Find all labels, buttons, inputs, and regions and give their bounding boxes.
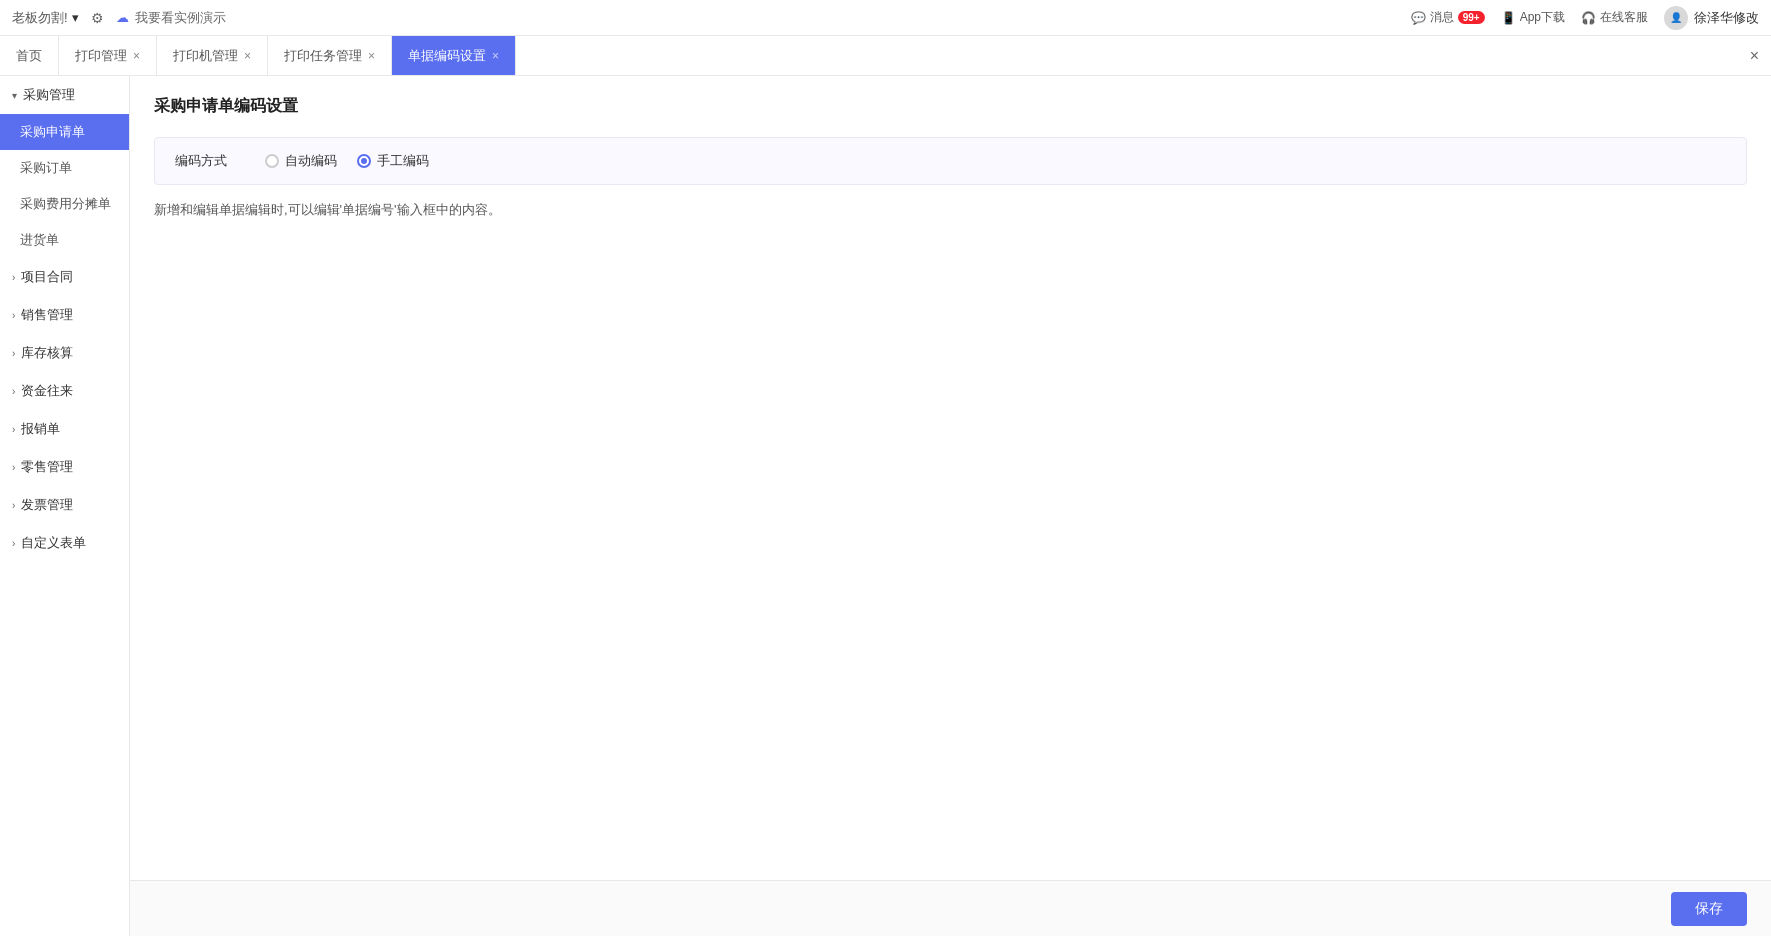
chevron-down-icon: ▾ xyxy=(12,90,17,101)
sidebar-group-invoice-mgmt-label: 发票管理 xyxy=(21,496,73,514)
sidebar-item-purchase-order-label: 采购订单 xyxy=(20,160,72,175)
user-name: 徐泽华修改 xyxy=(1694,9,1759,27)
sidebar-group-purchase-mgmt: ▾ 采购管理 采购申请单 采购订单 采购费用分摊单 进货单 xyxy=(0,76,129,258)
content-footer: 保存 xyxy=(130,880,1771,936)
sidebar-group-custom-forms-label: 自定义表单 xyxy=(21,534,86,552)
encoding-label: 编码方式 xyxy=(175,152,235,170)
user-info[interactable]: 👤 徐泽华修改 xyxy=(1664,6,1759,30)
radio-manual-encoding-label: 手工编码 xyxy=(377,152,429,170)
content-body: 采购申请单编码设置 编码方式 自动编码 手工编码 新增和编辑单据编辑时,可以编辑… xyxy=(130,76,1771,880)
sidebar-group-retail-mgmt-label: 零售管理 xyxy=(21,458,73,476)
sidebar-group-returns[interactable]: › 报销单 xyxy=(0,410,129,448)
demo-text: 我要看实例演示 xyxy=(135,9,226,27)
tab-print-task-mgmt-label: 打印任务管理 xyxy=(284,47,362,65)
save-button[interactable]: 保存 xyxy=(1671,892,1747,926)
top-bar-right: 💬 消息 99+ 📱 App下载 🎧 在线客服 👤 徐泽华修改 xyxy=(1411,6,1759,30)
online-service-button[interactable]: 🎧 在线客服 xyxy=(1581,9,1648,26)
radio-auto-encoding-circle xyxy=(265,154,279,168)
chevron-right-icon: › xyxy=(12,386,15,397)
sidebar-group-inventory-calc-label: 库存核算 xyxy=(21,344,73,362)
tab-single-doc-code-label: 单据编码设置 xyxy=(408,47,486,65)
tab-print-mgmt-close[interactable]: × xyxy=(133,49,140,63)
chevron-right-icon: › xyxy=(12,272,15,283)
sidebar-group-project-contract-label: 项目合同 xyxy=(21,268,73,286)
radio-manual-encoding[interactable]: 手工编码 xyxy=(357,152,429,170)
sidebar-group-project-contract[interactable]: › 项目合同 xyxy=(0,258,129,296)
app-title-dropdown[interactable]: 老板勿割! ▾ xyxy=(12,9,79,27)
tab-bar-close-button[interactable]: × xyxy=(1738,36,1771,75)
sidebar-item-purchase-expense[interactable]: 采购费用分摊单 xyxy=(0,186,129,222)
message-badge: 99+ xyxy=(1458,11,1485,24)
sidebar-group-sales-mgmt-label: 销售管理 xyxy=(21,306,73,324)
chevron-right-icon: › xyxy=(12,538,15,549)
tab-printer-mgmt-label: 打印机管理 xyxy=(173,47,238,65)
tab-home[interactable]: 首页 xyxy=(0,36,59,75)
tab-print-mgmt-label: 打印管理 xyxy=(75,47,127,65)
dropdown-chevron-icon: ▾ xyxy=(72,10,79,25)
sidebar: ▾ 采购管理 采购申请单 采购订单 采购费用分摊单 进货单 › 项目合同 › 销… xyxy=(0,76,130,936)
online-service-label: 在线客服 xyxy=(1600,9,1648,26)
sidebar-group-invoice-mgmt[interactable]: › 发票管理 xyxy=(0,486,129,524)
tab-single-doc-code[interactable]: 单据编码设置 × xyxy=(392,36,516,75)
settings-icon[interactable]: ⚙ xyxy=(91,10,104,26)
sidebar-group-custom-forms[interactable]: › 自定义表单 xyxy=(0,524,129,562)
main-layout: ▾ 采购管理 采购申请单 采购订单 采购费用分摊单 进货单 › 项目合同 › 销… xyxy=(0,76,1771,936)
content-area: 采购申请单编码设置 编码方式 自动编码 手工编码 新增和编辑单据编辑时,可以编辑… xyxy=(130,76,1771,936)
message-label: 消息 xyxy=(1430,9,1454,26)
cloud-icon: ☁ xyxy=(116,10,129,25)
chevron-right-icon: › xyxy=(12,424,15,435)
encoding-section: 编码方式 自动编码 手工编码 xyxy=(154,137,1747,185)
tab-printer-mgmt-close[interactable]: × xyxy=(244,49,251,63)
avatar: 👤 xyxy=(1664,6,1688,30)
app-title: 老板勿割! xyxy=(12,9,68,27)
tab-printer-mgmt[interactable]: 打印机管理 × xyxy=(157,36,268,75)
sidebar-item-purchase-request[interactable]: 采购申请单 xyxy=(0,114,129,150)
chevron-right-icon: › xyxy=(12,310,15,321)
top-bar-left: 老板勿割! ▾ ⚙ ☁ 我要看实例演示 xyxy=(12,9,226,27)
sidebar-group-funds[interactable]: › 资金往来 xyxy=(0,372,129,410)
download-icon: 📱 xyxy=(1501,11,1516,25)
sidebar-group-returns-label: 报销单 xyxy=(21,420,60,438)
service-icon: 🎧 xyxy=(1581,11,1596,25)
radio-auto-encoding-label: 自动编码 xyxy=(285,152,337,170)
radio-auto-encoding[interactable]: 自动编码 xyxy=(265,152,337,170)
sidebar-item-purchase-order[interactable]: 采购订单 xyxy=(0,150,129,186)
sidebar-group-purchase-mgmt-label: 采购管理 xyxy=(23,86,75,104)
tab-home-label: 首页 xyxy=(16,47,42,65)
page-title: 采购申请单编码设置 xyxy=(154,96,1747,117)
tab-print-task-mgmt[interactable]: 打印任务管理 × xyxy=(268,36,392,75)
sidebar-group-inventory-calc[interactable]: › 库存核算 xyxy=(0,334,129,372)
sidebar-item-stock-in-label: 进货单 xyxy=(20,232,59,247)
sidebar-item-stock-in[interactable]: 进货单 xyxy=(0,222,129,258)
app-download-button[interactable]: 📱 App下载 xyxy=(1501,9,1565,26)
tab-print-task-mgmt-close[interactable]: × xyxy=(368,49,375,63)
sidebar-group-funds-label: 资金往来 xyxy=(21,382,73,400)
top-bar: 老板勿割! ▾ ⚙ ☁ 我要看实例演示 💬 消息 99+ 📱 App下载 🎧 在… xyxy=(0,0,1771,36)
tab-bar: 首页 打印管理 × 打印机管理 × 打印任务管理 × 单据编码设置 × × xyxy=(0,36,1771,76)
chevron-right-icon: › xyxy=(12,500,15,511)
radio-group: 自动编码 手工编码 xyxy=(265,152,429,170)
tab-single-doc-code-close[interactable]: × xyxy=(492,49,499,63)
description-text: 新增和编辑单据编辑时,可以编辑'单据编号'输入框中的内容。 xyxy=(154,201,1747,219)
radio-manual-encoding-circle xyxy=(357,154,371,168)
chevron-right-icon: › xyxy=(12,462,15,473)
sidebar-group-retail-mgmt[interactable]: › 零售管理 xyxy=(0,448,129,486)
demo-link[interactable]: ☁ 我要看实例演示 xyxy=(116,9,226,27)
message-button[interactable]: 💬 消息 99+ xyxy=(1411,9,1485,26)
message-icon: 💬 xyxy=(1411,11,1426,25)
app-download-label: App下载 xyxy=(1520,9,1565,26)
sidebar-group-purchase-mgmt-header[interactable]: ▾ 采购管理 xyxy=(0,76,129,114)
sidebar-item-purchase-request-label: 采购申请单 xyxy=(20,124,85,139)
sidebar-group-sales-mgmt[interactable]: › 销售管理 xyxy=(0,296,129,334)
sidebar-item-purchase-expense-label: 采购费用分摊单 xyxy=(20,196,111,211)
chevron-right-icon: › xyxy=(12,348,15,359)
tab-print-mgmt[interactable]: 打印管理 × xyxy=(59,36,157,75)
